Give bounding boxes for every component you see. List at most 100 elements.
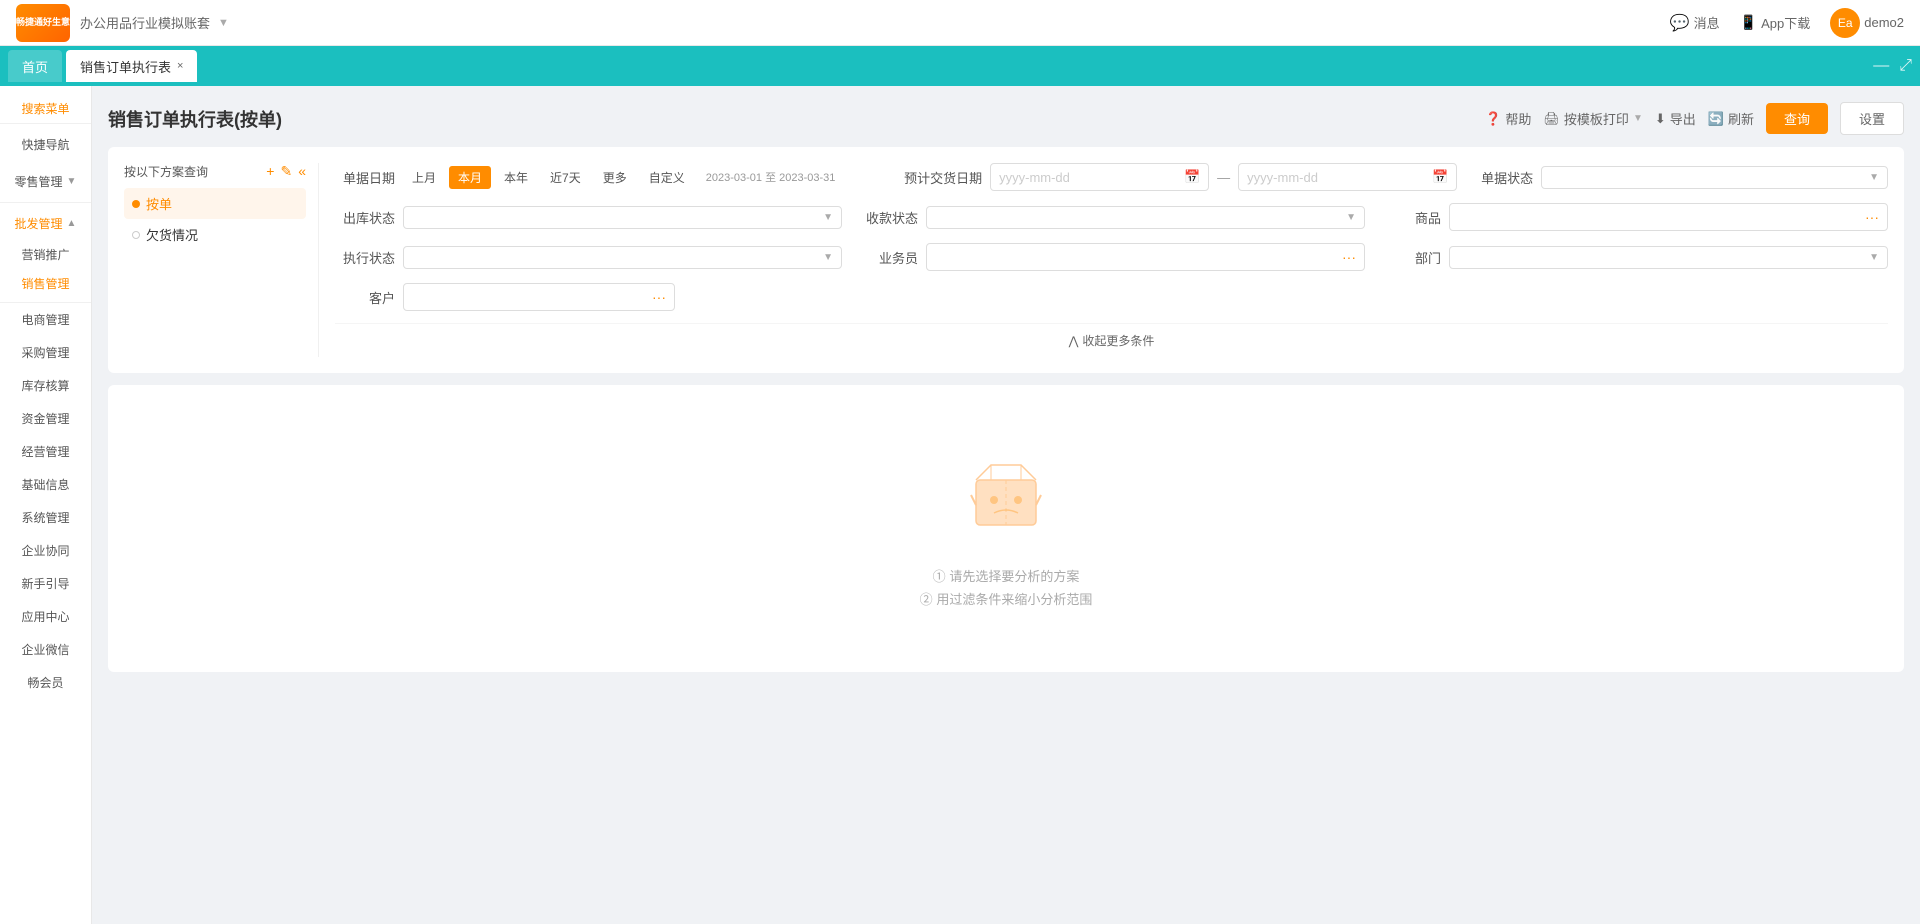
export-icon: ⬇	[1655, 111, 1666, 127]
logo: 畅捷通好生意	[16, 4, 70, 42]
app-name-text: 办公用品行业模拟账套	[80, 13, 210, 32]
sidebar-item-ecommerce[interactable]: 电商管理	[0, 303, 91, 336]
sidebar-item-wholesale[interactable]: 批发管理 ▲	[0, 207, 91, 240]
message-btn[interactable]: 💬 消息	[1670, 13, 1720, 33]
sidebar-item-quick-nav[interactable]: 快捷导航	[0, 128, 91, 161]
sidebar-item-marketing[interactable]: 营销推广	[0, 240, 91, 269]
sidebar-item-operations[interactable]: 经营管理	[0, 435, 91, 468]
sidebar-item-enterprise[interactable]: 企业协同	[0, 534, 91, 567]
goods-label: 商品	[1381, 208, 1441, 227]
scheme-add-icon[interactable]: +	[266, 163, 274, 180]
sidebar-item-newbie[interactable]: 新手引导	[0, 567, 91, 600]
scheme-item-by-order[interactable]: 按单	[124, 188, 306, 219]
sidebar-item-retail[interactable]: 零售管理 ▼	[0, 165, 91, 198]
goods-ellipsis-icon[interactable]: ···	[1865, 209, 1879, 225]
wholesale-label: 批发管理	[15, 215, 63, 232]
settings-button[interactable]: 设置	[1840, 102, 1904, 135]
payment-status-select[interactable]: ▼	[926, 206, 1365, 229]
page-actions: ❓ 帮助 🖨 按模板打印 ▼ ⬇ 导出 🔄 刷新 查询 设置	[1485, 102, 1904, 135]
expected-date-to[interactable]: yyyy-mm-dd 📅	[1238, 163, 1457, 191]
filter-field-department: 部门 ▼	[1381, 246, 1888, 269]
exec-status-select[interactable]: ▼	[403, 246, 842, 269]
user-area[interactable]: Ea demo2	[1830, 8, 1904, 38]
filter-field-goods: 商品 ···	[1381, 203, 1888, 231]
sidebar-item-sales-mgmt[interactable]: 销售管理	[0, 269, 91, 298]
filter-field-payment-status: 收款状态 ▼	[858, 206, 1365, 229]
salesman-select[interactable]: ···	[926, 243, 1365, 271]
scheme-edit-icon[interactable]: ✎	[280, 163, 292, 180]
date-tab-more[interactable]: 更多	[594, 166, 636, 189]
tab-maximize-icon[interactable]: ⤢	[1899, 57, 1912, 75]
goods-select[interactable]: ···	[1449, 203, 1888, 231]
tab-close-icon[interactable]: ×	[177, 60, 183, 72]
sidebar-item-system[interactable]: 系统管理	[0, 501, 91, 534]
quick-nav-label: 快捷导航	[21, 136, 69, 153]
empty-tips: ① 请先选择要分析的方案 ② 用过滤条件来缩小分析范围	[128, 565, 1884, 612]
sidebar-item-app-center[interactable]: 应用中心	[0, 600, 91, 633]
app-name-area[interactable]: 办公用品行业模拟账套 ▼	[80, 13, 229, 32]
wholesale-arrow-icon: ▲	[67, 218, 77, 229]
salesman-label: 业务员	[858, 248, 918, 267]
sidebar-item-purchase[interactable]: 采购管理	[0, 336, 91, 369]
query-button[interactable]: 查询	[1766, 103, 1828, 134]
scheme-header: 按以下方案查询 + ✎ «	[124, 163, 306, 180]
customer-label: 客户	[335, 288, 395, 307]
customer-select[interactable]: ···	[403, 283, 675, 311]
sidebar-search[interactable]: 搜索菜单	[0, 94, 91, 124]
department-label: 部门	[1381, 248, 1441, 267]
doc-status-select[interactable]: ▼	[1541, 166, 1888, 189]
filter-field-exec-status: 执行状态 ▼	[335, 246, 842, 269]
empty-tip-1: ① 请先选择要分析的方案	[128, 565, 1884, 588]
exec-arrow-icon: ▼	[823, 252, 833, 263]
print-icon: 🖨	[1543, 111, 1560, 127]
main-content: 销售订单执行表(按单) ❓ 帮助 🖨 按模板打印 ▼ ⬇ 导出 🔄 刷新	[92, 86, 1920, 924]
export-btn[interactable]: ⬇ 导出	[1655, 109, 1696, 128]
app-dropdown-icon[interactable]: ▼	[218, 17, 229, 29]
department-select[interactable]: ▼	[1449, 246, 1888, 269]
date-tab-7days[interactable]: 近7天	[541, 166, 590, 189]
scheme-actions: + ✎ «	[266, 163, 306, 180]
collapse-icon: ⋀	[1069, 334, 1079, 348]
app-download-btn[interactable]: 📱 App下载	[1740, 13, 1811, 32]
help-btn[interactable]: ❓ 帮助	[1485, 109, 1531, 128]
retail-label: 零售管理	[15, 173, 63, 190]
sidebar-item-inventory[interactable]: 库存核算	[0, 369, 91, 402]
collapse-more-btn[interactable]: ⋀ 收起更多条件	[335, 323, 1888, 357]
sidebar-item-wechat[interactable]: 企业微信	[0, 633, 91, 666]
page-title: 销售订单执行表(按单)	[108, 106, 282, 132]
expected-date-from[interactable]: yyyy-mm-dd 📅	[990, 163, 1209, 191]
scheme-item-shortage[interactable]: 欠货情况	[124, 219, 306, 250]
ship-status-select[interactable]: ▼	[403, 206, 842, 229]
date-separator: —	[1217, 170, 1230, 185]
tabsbar-right: — ⤢	[1873, 57, 1912, 75]
date-tab-this-month[interactable]: 本月	[449, 166, 491, 189]
date-tab-this-year[interactable]: 本年	[495, 166, 537, 189]
message-icon: 💬	[1670, 13, 1690, 33]
filter-container: 按以下方案查询 + ✎ « 按单 欠货情况	[124, 163, 1888, 357]
tab-home[interactable]: 首页	[8, 50, 62, 82]
layout: 搜索菜单 快捷导航 零售管理 ▼ 批发管理 ▲ 营销推广 销售管理 电商管理	[0, 86, 1920, 924]
doc-status-arrow-icon: ▼	[1869, 172, 1879, 183]
date-label: 单据日期	[335, 168, 395, 187]
scheme-collapse-icon[interactable]: «	[298, 163, 306, 180]
download-icon: 📱	[1740, 14, 1757, 31]
sidebar-item-basic-info[interactable]: 基础信息	[0, 468, 91, 501]
print-btn[interactable]: 🖨 按模板打印 ▼	[1543, 109, 1642, 128]
filter-left-panel: 按以下方案查询 + ✎ « 按单 欠货情况	[124, 163, 319, 357]
scheme-title: 按以下方案查询	[124, 163, 208, 180]
filter-row-2: 出库状态 ▼ 收款状态 ▼	[335, 203, 1888, 231]
print-dropdown-icon[interactable]: ▼	[1633, 113, 1643, 124]
sidebar-item-member[interactable]: 畅会员	[0, 666, 91, 699]
refresh-btn[interactable]: 🔄 刷新	[1708, 109, 1754, 128]
filter-row-4: 客户 ···	[335, 283, 1888, 311]
date-tab-custom[interactable]: 自定义	[640, 166, 694, 189]
sidebar-item-finance[interactable]: 资金管理	[0, 402, 91, 435]
scheme-shortage-icon	[132, 231, 140, 239]
filter-field-salesman: 业务员 ···	[858, 243, 1365, 271]
filter-field-customer: 客户 ···	[335, 283, 675, 311]
date-tab-last-month[interactable]: 上月	[403, 166, 445, 189]
tab-minimize-icon[interactable]: —	[1873, 57, 1889, 75]
salesman-ellipsis-icon[interactable]: ···	[1342, 249, 1356, 265]
customer-ellipsis-icon[interactable]: ···	[652, 289, 666, 305]
tab-sales-order[interactable]: 销售订单执行表 ×	[66, 50, 197, 82]
